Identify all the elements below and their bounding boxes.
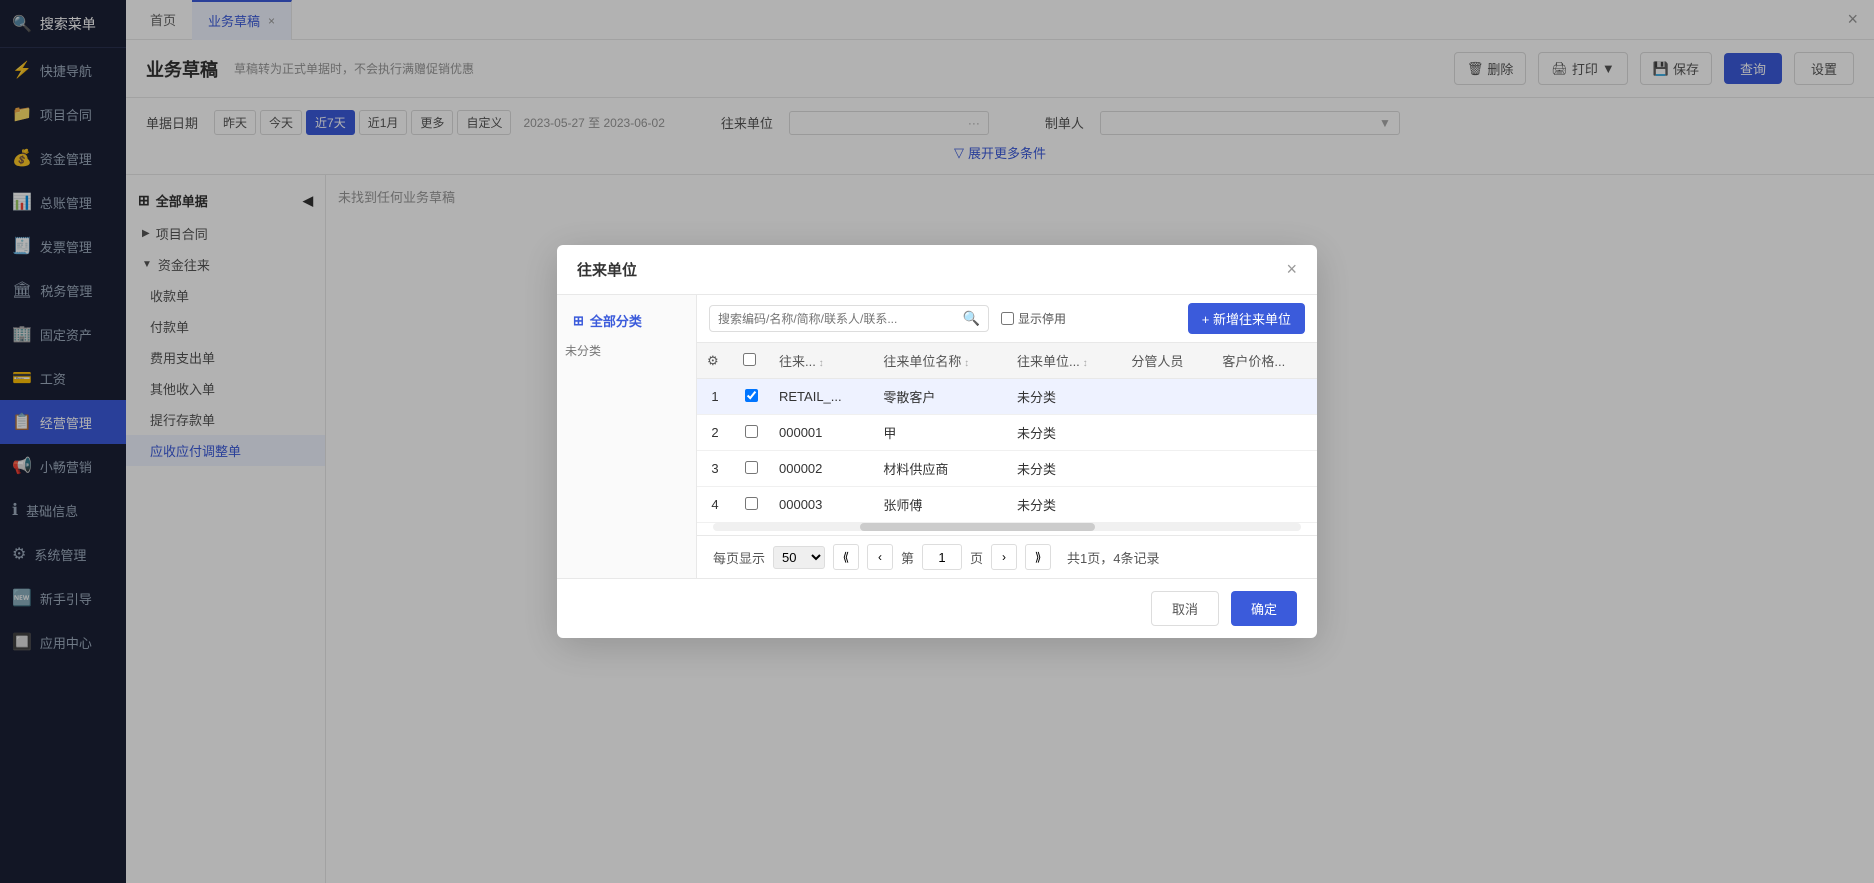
row3-checkbox[interactable] [745,461,758,474]
col-check-header [733,343,769,379]
row2-code: 000001 [769,415,873,451]
table-row[interactable]: 4 000003 张师傅 未分类 [697,487,1317,523]
row4-person [1121,487,1212,523]
dialog-table-header: ⚙ 往来... 往来单位名称 往来单位... 分管人员 客户价格... [697,343,1317,379]
dialog-header: 往来单位 × [557,245,1317,295]
row1-check [733,379,769,415]
dialog-actions: 取消 确定 [557,578,1317,638]
row1-person [1121,379,1212,415]
dialog-table: ⚙ 往来... 往来单位名称 往来单位... 分管人员 客户价格... [697,343,1317,523]
dialog-sidebar-all-category[interactable]: ⊞ 全部分类 [557,303,696,338]
horizontal-scrollbar[interactable] [713,523,1301,531]
row3-no: 3 [697,451,733,487]
row2-checkbox[interactable] [745,425,758,438]
row4-check [733,487,769,523]
row1-name: 零散客户 [873,379,1007,415]
row2-name: 甲 [873,415,1007,451]
scrollbar-thumb[interactable] [860,523,1095,531]
select-all-checkbox[interactable] [743,353,756,366]
dialog-search-icon: 🔍 [963,310,980,327]
confirm-label: 确定 [1251,602,1277,617]
dialog-table-body: 1 RETAIL_... 零散客户 未分类 [697,379,1317,523]
row3-check [733,451,769,487]
row4-code: 000003 [769,487,873,523]
total-label: 共1页，4条记录 [1067,548,1159,567]
dialog-table-wrap: ⚙ 往来... 往来单位名称 往来单位... 分管人员 客户价格... [697,343,1317,523]
page-text-label: 第 [901,548,914,567]
dialog-title: 往来单位 [577,259,637,280]
row2-category: 未分类 [1007,415,1121,451]
page-next-btn[interactable]: › [991,544,1017,570]
show-disabled-label: 显示停用 [1018,310,1066,327]
col-person-header: 分管人员 [1121,343,1212,379]
col-name-header[interactable]: 往来单位名称 [873,343,1007,379]
row1-actions: 1 [697,379,733,415]
new-partner-button[interactable]: + 新增往来单位 [1188,303,1305,334]
confirm-button[interactable]: 确定 [1231,591,1297,626]
dialog-sidebar: ⊞ 全部分类 未分类 [557,295,697,578]
row2-no: 2 [697,415,733,451]
cancel-button[interactable]: 取消 [1151,591,1219,626]
dialog-search-input[interactable] [718,312,959,326]
row2-check [733,415,769,451]
row1-price [1212,379,1317,415]
per-page-label: 每页显示 [713,548,765,567]
dialog-sidebar-all-label: 全部分类 [590,311,642,330]
page-suffix: 页 [970,548,983,567]
row3-code: 000002 [769,451,873,487]
page-first-btn[interactable]: ⟪ [833,544,859,570]
dialog-toolbar: 🔍 显示停用 + 新增往来单位 [697,295,1317,343]
row4-checkbox[interactable] [745,497,758,510]
dialog-close-button[interactable]: × [1286,259,1297,280]
page-prev-btn[interactable]: ‹ [867,544,893,570]
cancel-label: 取消 [1172,602,1198,617]
row1-checkbox[interactable] [745,389,758,402]
page-number-input[interactable] [922,544,962,570]
modal-overlay: 往来单位 × ⊞ 全部分类 未分类 🔍 [0,0,1874,883]
page-last-btn[interactable]: ⟫ [1025,544,1051,570]
dialog-pagination: 每页显示 50 100 ⟪ ‹ 第 页 › ⟫ 共1页，4条记录 [697,535,1317,578]
col-actions-header: ⚙ [697,343,733,379]
table-row[interactable]: 3 000002 材料供应商 未分类 [697,451,1317,487]
show-disabled-checkbox[interactable] [1001,312,1014,325]
row1-code: RETAIL_... [769,379,873,415]
col-price-header: 客户价格... [1212,343,1317,379]
table-row[interactable]: 2 000001 甲 未分类 [697,415,1317,451]
dialog-sidebar-uncat-label: 未分类 [565,342,601,359]
row2-price [1212,415,1317,451]
dialog-body: ⊞ 全部分类 未分类 🔍 显示停用 [557,295,1317,578]
dialog-main: 🔍 显示停用 + 新增往来单位 [697,295,1317,578]
row4-no: 4 [697,487,733,523]
row3-category: 未分类 [1007,451,1121,487]
table-row[interactable]: 1 RETAIL_... 零散客户 未分类 [697,379,1317,415]
dialog-search-wrap[interactable]: 🔍 [709,305,989,332]
settings-col-icon[interactable]: ⚙ [707,353,719,368]
row4-category: 未分类 [1007,487,1121,523]
row4-name: 张师傅 [873,487,1007,523]
row3-price [1212,451,1317,487]
partner-dialog: 往来单位 × ⊞ 全部分类 未分类 🔍 [557,245,1317,638]
row2-person [1121,415,1212,451]
row3-name: 材料供应商 [873,451,1007,487]
row3-person [1121,451,1212,487]
row1-category: 未分类 [1007,379,1121,415]
dialog-sidebar-uncategorized[interactable]: 未分类 [557,338,696,363]
col-code-header[interactable]: 往来... [769,343,873,379]
show-disabled-wrap: 显示停用 [1001,310,1066,327]
grid-icon: ⊞ [573,313,584,329]
per-page-select[interactable]: 50 100 [773,546,825,569]
row4-price [1212,487,1317,523]
new-partner-label: + 新增往来单位 [1202,312,1291,327]
col-category-header[interactable]: 往来单位... [1007,343,1121,379]
